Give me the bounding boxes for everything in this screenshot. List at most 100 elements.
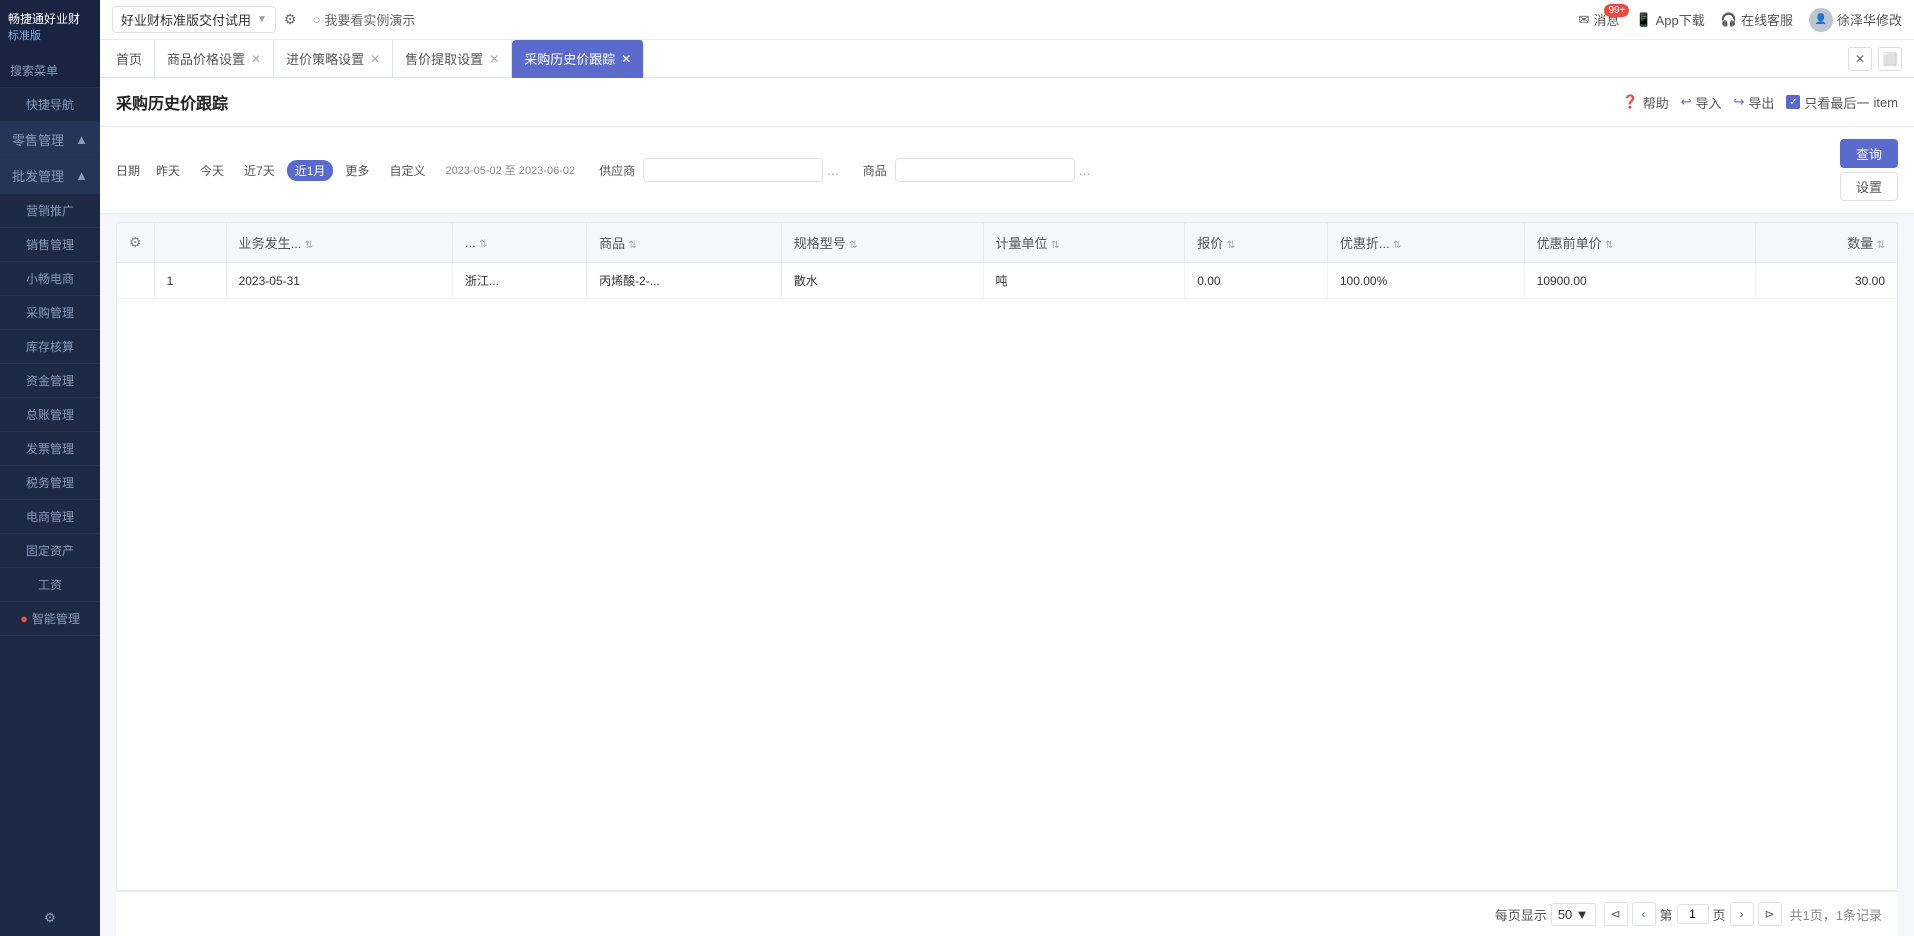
- date-btn-more[interactable]: 更多: [337, 160, 377, 181]
- version-select[interactable]: 好业财标准版交付试用 ▼: [112, 6, 276, 33]
- table-container: ⚙ 业务发生... ⇅ ... ⇅ 商品 ⇅: [116, 222, 1898, 891]
- tab-close-icon[interactable]: ✕: [489, 52, 499, 66]
- date-btn-custom[interactable]: 自定义: [381, 160, 433, 181]
- only-last-checkbox[interactable]: ✓: [1786, 95, 1800, 109]
- tab-close-icon[interactable]: ✕: [370, 52, 380, 66]
- tab-close-icon[interactable]: ✕: [621, 52, 631, 66]
- date-filter-group: 日期 昨天 今天 近7天 近1月 更多 自定义 2023-05-02 至 202…: [116, 160, 575, 181]
- col-extra[interactable]: ... ⇅: [452, 223, 586, 263]
- date-range-text: 2023-05-02 至 2023-06-02: [445, 162, 575, 178]
- col-label: 报价: [1197, 236, 1223, 251]
- date-btn-last7days[interactable]: 近7天: [236, 160, 283, 181]
- supplier-dots-btn[interactable]: ...: [827, 162, 839, 178]
- date-btn-last1month[interactable]: 近1月: [287, 160, 334, 181]
- content-area: 采购历史价跟踪 ❓ 帮助 ↩ 导入 ↪ 导出 ✓ 只看最后一 item: [100, 78, 1914, 936]
- first-page-btn[interactable]: ⊲: [1604, 902, 1628, 926]
- tab-price-settings[interactable]: 商品价格设置 ✕: [155, 40, 274, 78]
- sidebar-item-retail[interactable]: 零售管理 ▲: [0, 122, 100, 158]
- import-btn[interactable]: ↩ 导入: [1681, 93, 1722, 112]
- date-options: 昨天 今天 近7天 近1月 更多 自定义: [148, 160, 433, 181]
- user-menu[interactable]: 👤 徐泽华修改: [1809, 8, 1902, 32]
- tab-history-price[interactable]: 采购历史价跟踪 ✕: [512, 40, 644, 78]
- sidebar-item-marketing[interactable]: 营销推广: [0, 194, 100, 228]
- page-size-group: 每页显示 50 ▼: [1495, 903, 1596, 926]
- export-btn[interactable]: ↪ 导出: [1734, 93, 1775, 112]
- tab-purchase-strategy[interactable]: 进价策略设置 ✕: [274, 40, 393, 78]
- top-settings-icon[interactable]: ⚙: [284, 11, 297, 28]
- product-dots-btn[interactable]: ...: [1079, 162, 1091, 178]
- product-label: 商品: [863, 162, 887, 179]
- sidebar-item-fixed-assets[interactable]: 固定资产: [0, 534, 100, 568]
- only-last-suffix: item: [1873, 95, 1898, 110]
- gear-icon[interactable]: ⚙: [129, 234, 142, 250]
- sidebar-item-smart[interactable]: ●智能管理: [0, 602, 100, 636]
- col-gear: ⚙: [117, 223, 154, 263]
- sort-icon[interactable]: ⇅: [1393, 240, 1401, 251]
- date-btn-yesterday[interactable]: 昨天: [148, 160, 188, 181]
- product-input[interactable]: [895, 158, 1075, 182]
- sidebar-search[interactable]: 搜索菜单: [0, 54, 100, 88]
- page-size-select[interactable]: 50 ▼: [1551, 903, 1596, 926]
- date-btn-today[interactable]: 今天: [192, 160, 232, 181]
- arrow-icon: ▲: [75, 132, 88, 147]
- sidebar-item-wholesale[interactable]: 批发管理 ▲: [0, 158, 100, 194]
- row-pre-discount-price-cell: 10900.00: [1524, 263, 1755, 299]
- logo-badge: 标准版: [8, 27, 80, 43]
- sidebar-item-sales[interactable]: 销售管理: [0, 228, 100, 262]
- sidebar-item-ecommerce-small[interactable]: 小畅电商: [0, 262, 100, 296]
- top-right: ✉ 消息 99+ 📱 App下载 🎧 在线客服 👤 徐泽华修改: [1579, 8, 1902, 32]
- row-quantity-cell: 30.00: [1755, 263, 1897, 299]
- last-page-btn[interactable]: ⊳: [1758, 902, 1782, 926]
- help-btn[interactable]: ❓ 帮助: [1622, 93, 1668, 112]
- col-label: 商品: [599, 236, 625, 251]
- message-badge: 99+: [1604, 4, 1629, 17]
- sidebar-item-inventory[interactable]: 库存核算: [0, 330, 100, 364]
- page-title: 采购历史价跟踪: [116, 90, 228, 126]
- messages-btn[interactable]: ✉ 消息 99+: [1579, 10, 1620, 29]
- sidebar-item-purchase[interactable]: 采购管理: [0, 296, 100, 330]
- tab-maximize-btn[interactable]: ⬜: [1878, 47, 1902, 71]
- page-number-input[interactable]: [1677, 904, 1709, 924]
- sort-icon[interactable]: ⇅: [1877, 240, 1885, 251]
- table-row: 1 2023-05-31 浙江... 丙烯酸-2-... 散水 吨 0.00 1…: [117, 263, 1897, 299]
- col-business-date[interactable]: 业务发生... ⇅: [226, 223, 452, 263]
- supplier-input[interactable]: [643, 158, 823, 182]
- sidebar-item-invoice[interactable]: 发票管理: [0, 432, 100, 466]
- col-spec[interactable]: 规格型号 ⇅: [781, 223, 983, 263]
- col-quantity[interactable]: 数量 ⇅: [1755, 223, 1897, 263]
- app-download-btn[interactable]: 📱 App下载: [1635, 10, 1704, 29]
- row-spec-cell: 散水: [781, 263, 983, 299]
- sidebar-item-ecommerce[interactable]: 电商管理: [0, 500, 100, 534]
- sidebar-settings-btn[interactable]: ⚙: [0, 900, 100, 936]
- col-quote[interactable]: 报价 ⇅: [1185, 223, 1328, 263]
- tab-selling-price[interactable]: 售价提取设置 ✕: [393, 40, 512, 78]
- sidebar-item-salary[interactable]: 工资: [0, 568, 100, 602]
- col-unit[interactable]: 计量单位 ⇅: [983, 223, 1185, 263]
- filter-settings-btn[interactable]: 设置: [1840, 172, 1898, 201]
- query-btn[interactable]: 查询: [1840, 139, 1898, 168]
- next-page-btn[interactable]: ›: [1730, 902, 1754, 926]
- online-service-btn[interactable]: 🎧 在线客服: [1721, 10, 1793, 29]
- tab-home[interactable]: 首页: [104, 40, 155, 78]
- sort-icon[interactable]: ⇅: [479, 239, 487, 250]
- sort-icon[interactable]: ⇅: [1605, 240, 1613, 251]
- page-size-value: 50: [1558, 907, 1572, 922]
- sidebar-item-ledger[interactable]: 总账管理: [0, 398, 100, 432]
- tab-close-icon[interactable]: ✕: [251, 52, 261, 66]
- col-product[interactable]: 商品 ⇅: [587, 223, 782, 263]
- col-discount[interactable]: 优惠折... ⇅: [1327, 223, 1524, 263]
- tab-label: 采购历史价跟踪: [524, 49, 615, 68]
- col-pre-discount-price[interactable]: 优惠前单价 ⇅: [1524, 223, 1755, 263]
- only-last-checkbox-group[interactable]: ✓ 只看最后一 item: [1786, 93, 1898, 112]
- sort-icon[interactable]: ⇅: [305, 240, 313, 251]
- sidebar-item-tax[interactable]: 税务管理: [0, 466, 100, 500]
- sidebar-item-quick-nav[interactable]: 快捷导航: [0, 88, 100, 122]
- sidebar-item-finance[interactable]: 资金管理: [0, 364, 100, 398]
- sort-icon[interactable]: ⇅: [849, 240, 857, 251]
- prev-page-btn[interactable]: ‹: [1632, 902, 1656, 926]
- sort-icon[interactable]: ⇅: [1051, 240, 1059, 251]
- demo-btn[interactable]: ○ 我要看实例演示: [312, 10, 415, 29]
- sort-icon[interactable]: ⇅: [628, 240, 636, 251]
- tab-close-window-btn[interactable]: ✕: [1848, 47, 1872, 71]
- sort-icon[interactable]: ⇅: [1227, 240, 1235, 251]
